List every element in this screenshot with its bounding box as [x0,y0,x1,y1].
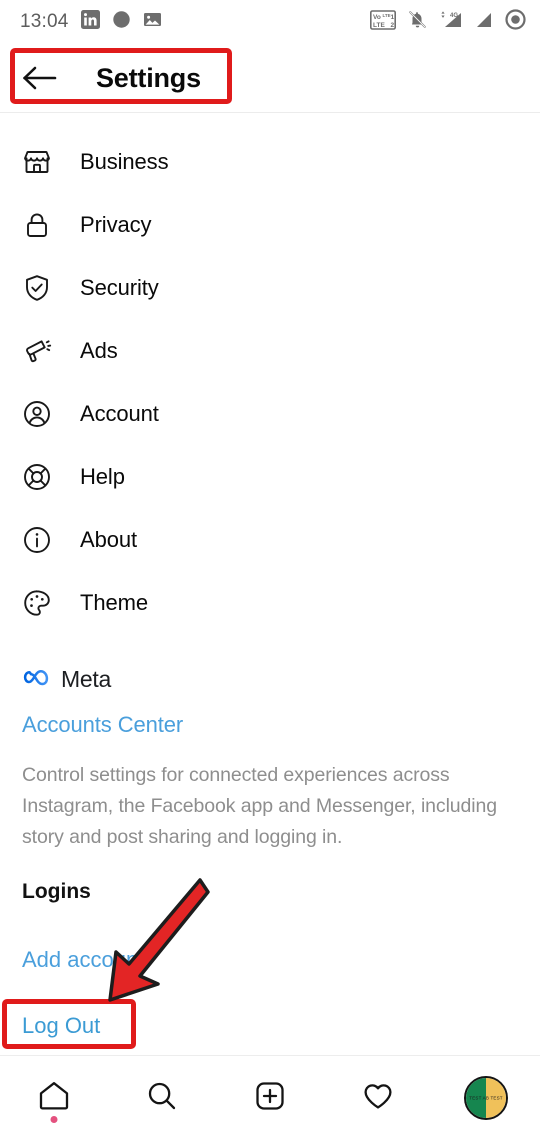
svg-text:2: 2 [391,22,395,29]
search-icon [145,1079,179,1118]
nav-search-button[interactable] [126,1068,198,1128]
info-circle-icon [18,521,56,559]
lifebuoy-icon [18,458,56,496]
sidebar-item-help[interactable]: Help [0,445,540,508]
status-bar: 13:04 Vo LTE 1 LTE 2 4G [0,0,540,44]
status-bar-right: Vo LTE 1 LTE 2 4G [370,9,526,35]
svg-text:Vo: Vo [373,14,381,21]
record-icon [505,9,526,35]
sidebar-item-label: Security [80,274,159,300]
volte-icon: Vo LTE 1 LTE 2 [370,9,396,35]
log-out-button[interactable]: Log Out [22,1013,518,1039]
heart-icon [361,1079,395,1118]
sidebar-item-label: Theme [80,589,148,615]
plus-square-icon [253,1079,287,1118]
avatar-label: TEST AB TEST [469,1095,503,1101]
sidebar-item-label: Ads [80,337,118,363]
lock-icon [18,206,56,244]
meta-description: Control settings for connected experienc… [22,764,498,848]
status-bar-left: 13:04 [20,10,162,34]
settings-list: Business Privacy Security Ads Account He… [0,130,540,634]
palette-icon [18,584,56,622]
nav-activity-button[interactable] [342,1068,414,1128]
nav-create-button[interactable] [234,1068,306,1128]
avatar: TEST AB TEST [464,1076,508,1120]
nav-home-button[interactable] [18,1068,90,1128]
megaphone-icon [18,332,56,370]
sidebar-item-label: Privacy [80,211,152,237]
status-bar-clock: 13:04 [20,11,69,32]
header-divider [0,112,540,113]
signal-icon [474,9,494,35]
page-header: Settings [0,44,540,112]
sidebar-item-label: About [80,526,137,552]
home-active-dot [50,1116,58,1123]
signal-4g-icon: 4G [439,9,463,35]
instagram-settings-screen: 13:04 Vo LTE 1 LTE 2 4G Settings Busines… [0,0,540,1140]
sidebar-item-label: Business [80,148,169,174]
bottom-nav: TEST AB TEST [0,1056,540,1140]
meta-brand: Meta [22,662,518,696]
sidebar-item-security[interactable]: Security [0,256,540,319]
sidebar-item-business[interactable]: Business [0,130,540,193]
sidebar-item-about[interactable]: About [0,508,540,571]
page-title: Settings [96,62,201,93]
photo-icon [143,10,162,34]
svg-text:1: 1 [391,14,395,21]
accounts-center-link[interactable]: Accounts Center [22,712,518,738]
sidebar-item-label: Account [80,400,159,426]
notifications-muted-icon [407,9,428,35]
back-arrow-icon[interactable] [22,65,58,91]
svg-text:LTE: LTE [373,22,385,29]
svg-text:LTE: LTE [383,13,391,18]
shield-check-icon [18,269,56,307]
linkedin-icon [80,10,100,34]
meta-infinity-icon [22,667,52,692]
svg-text:4G: 4G [450,13,458,19]
meta-wordmark: Meta [61,665,111,692]
sidebar-item-ads[interactable]: Ads [0,319,540,382]
storefront-icon [18,143,56,181]
home-icon [37,1079,71,1118]
sidebar-item-privacy[interactable]: Privacy [0,193,540,256]
sidebar-item-label: Help [80,463,125,489]
person-circle-icon [18,395,56,433]
meta-section: Meta Accounts Center Control settings fo… [0,662,540,853]
circle-icon [112,10,131,34]
logins-section: Logins Add account Log Out [0,880,540,1039]
nav-profile-button[interactable]: TEST AB TEST [450,1068,522,1128]
annotation-arrow-icon [96,872,212,1008]
sidebar-item-account[interactable]: Account [0,382,540,445]
sidebar-item-theme[interactable]: Theme [0,571,540,634]
